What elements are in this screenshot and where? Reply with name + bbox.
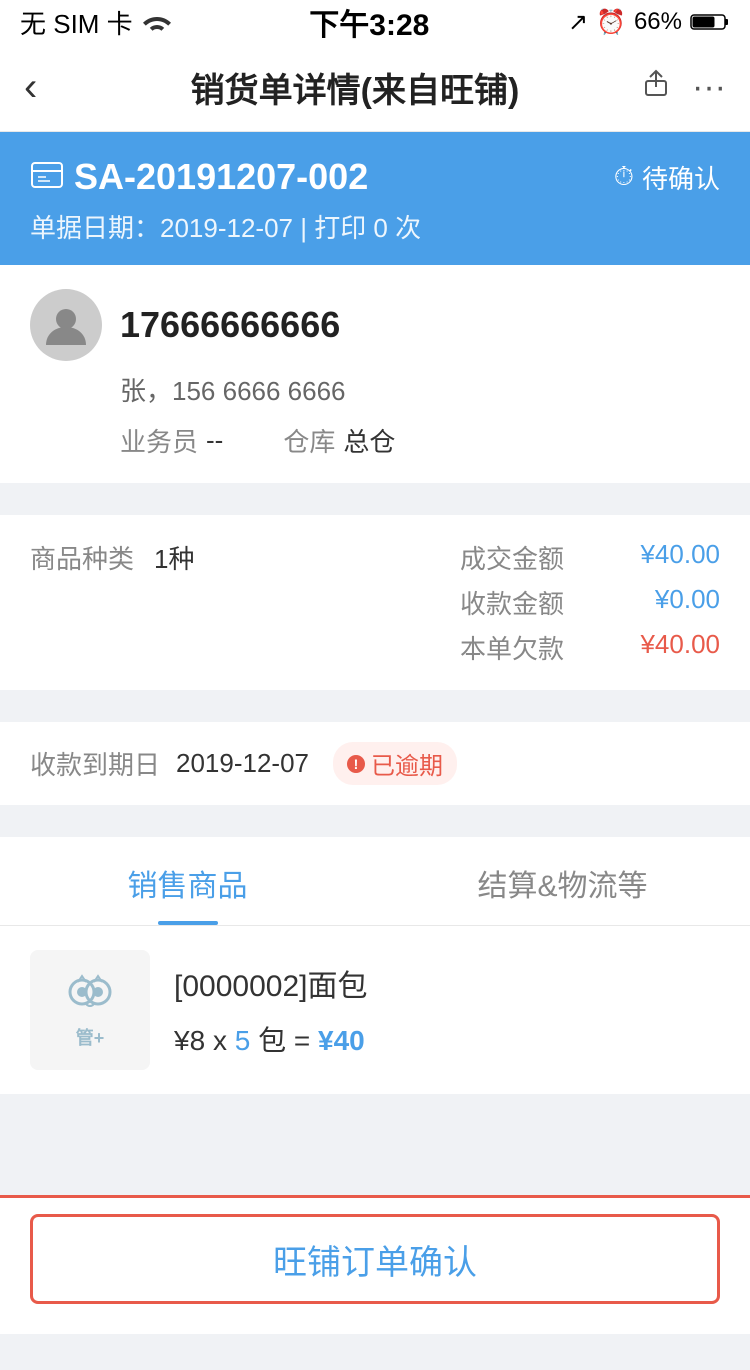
divider-1 [0, 499, 750, 515]
owed-label: 本单欠款 [460, 629, 564, 666]
customer-row: 17666666666 [30, 289, 720, 361]
clock-icon: ⏱ [614, 161, 634, 193]
due-label: 收款到期日 [30, 745, 160, 782]
bottom-bar: 旺铺订单确认 [0, 1195, 750, 1334]
received-row: 收款金额 ¥0.00 [460, 584, 720, 621]
price-total: ¥40 [318, 1025, 365, 1056]
due-date-value: 2019-12-07 [176, 748, 309, 779]
owed-value: ¥40.00 [640, 629, 720, 666]
product-price: ¥8 x 5 包 = ¥40 [174, 1019, 720, 1059]
warehouse-item: 仓库 总仓 [283, 422, 395, 459]
battery-text: 66% [634, 8, 682, 36]
back-button[interactable]: ‹ [24, 65, 84, 110]
battery-icon [690, 12, 730, 32]
divider-3 [0, 821, 750, 837]
owl-logo [60, 970, 120, 1020]
page-title: 销货单详情(来自旺铺) [84, 63, 626, 112]
carrier-text: 无 SIM 卡 [20, 4, 133, 41]
location-icon: ↗ [568, 8, 588, 37]
salesperson-item: 业务员 -- [120, 422, 223, 459]
alarm-icon: ⏰ [596, 8, 626, 37]
owed-row: 本单欠款 ¥40.00 [460, 629, 720, 666]
order-date: 单据日期：2019-12-07 | 打印 0 次 [30, 208, 720, 245]
product-type-label: 商品种类 [30, 539, 134, 576]
due-date-section: 收款到期日 2019-12-07 ! 已逾期 [0, 722, 750, 805]
overdue-icon: ! [347, 755, 365, 773]
nav-bar: ‹ 销货单详情(来自旺铺) ··· [0, 44, 750, 132]
price-equals: = [294, 1025, 318, 1056]
logo-text-plus: 管+ [76, 1024, 105, 1050]
tabs-row: 销售商品 结算&物流等 [0, 837, 750, 926]
summary-section: 商品种类 1种 成交金额 ¥40.00 收款金额 ¥0.00 本单欠款 ¥40.… [0, 515, 750, 690]
nav-actions: ··· [626, 67, 726, 108]
amount-row: 成交金额 ¥40.00 [460, 539, 720, 576]
price-separator: x [213, 1025, 235, 1056]
status-bar: 无 SIM 卡 下午3:28 ↗ ⏰ 66% [0, 0, 750, 44]
customer-name: 张，156 6666 6666 [120, 371, 720, 408]
order-status: ⏱ 待确认 [614, 159, 720, 196]
customer-phone: 17666666666 [120, 304, 340, 346]
more-icon[interactable]: ··· [692, 68, 726, 107]
order-icon [30, 156, 64, 198]
salesperson-label: 业务员 [120, 422, 198, 459]
product-item: 管+ [0000002]面包 ¥8 x 5 包 = ¥40 [0, 926, 750, 1094]
warehouse-label: 仓库 [283, 422, 335, 459]
customer-section: 17666666666 张，156 6666 6666 业务员 -- 仓库 总仓 [0, 265, 750, 483]
status-right: ↗ ⏰ 66% [568, 8, 730, 37]
product-logo: 管+ [60, 970, 120, 1050]
received-value: ¥0.00 [655, 584, 720, 621]
confirm-button[interactable]: 旺铺订单确认 [30, 1214, 720, 1304]
product-name: [0000002]面包 [174, 961, 720, 1005]
order-id: SA-20191207-002 [30, 156, 368, 198]
status-carrier: 无 SIM 卡 [20, 4, 171, 41]
customer-meta: 业务员 -- 仓库 总仓 [120, 422, 720, 459]
wifi-icon [143, 12, 171, 32]
tab-settlement[interactable]: 结算&物流等 [375, 837, 750, 925]
amount-value: ¥40.00 [640, 539, 720, 576]
order-header-top: SA-20191207-002 ⏱ 待确认 [30, 156, 720, 198]
tab-products[interactable]: 销售商品 [0, 837, 375, 925]
status-time: 下午3:28 [309, 0, 429, 44]
amount-summary: 成交金额 ¥40.00 收款金额 ¥0.00 本单欠款 ¥40.00 [375, 539, 720, 666]
tabs-section: 销售商品 结算&物流等 [0, 837, 750, 926]
salesperson-value: -- [206, 425, 223, 456]
warehouse-value: 总仓 [343, 422, 395, 459]
overdue-badge: ! 已逾期 [333, 742, 457, 785]
customer-avatar [30, 289, 102, 361]
overdue-text: 已逾期 [371, 746, 443, 781]
amount-label: 成交金额 [460, 539, 564, 576]
product-type: 商品种类 1种 [30, 539, 375, 576]
price-value: ¥8 [174, 1025, 205, 1056]
price-unit: 包 [258, 1025, 286, 1056]
share-icon[interactable] [640, 67, 672, 108]
product-thumbnail: 管+ [30, 950, 150, 1070]
price-qty: 5 [235, 1025, 251, 1056]
product-info: [0000002]面包 ¥8 x 5 包 = ¥40 [174, 961, 720, 1059]
order-header: SA-20191207-002 ⏱ 待确认 单据日期：2019-12-07 | … [0, 132, 750, 265]
product-type-value: 1种 [154, 539, 194, 576]
divider-2 [0, 706, 750, 722]
received-label: 收款金额 [460, 584, 564, 621]
